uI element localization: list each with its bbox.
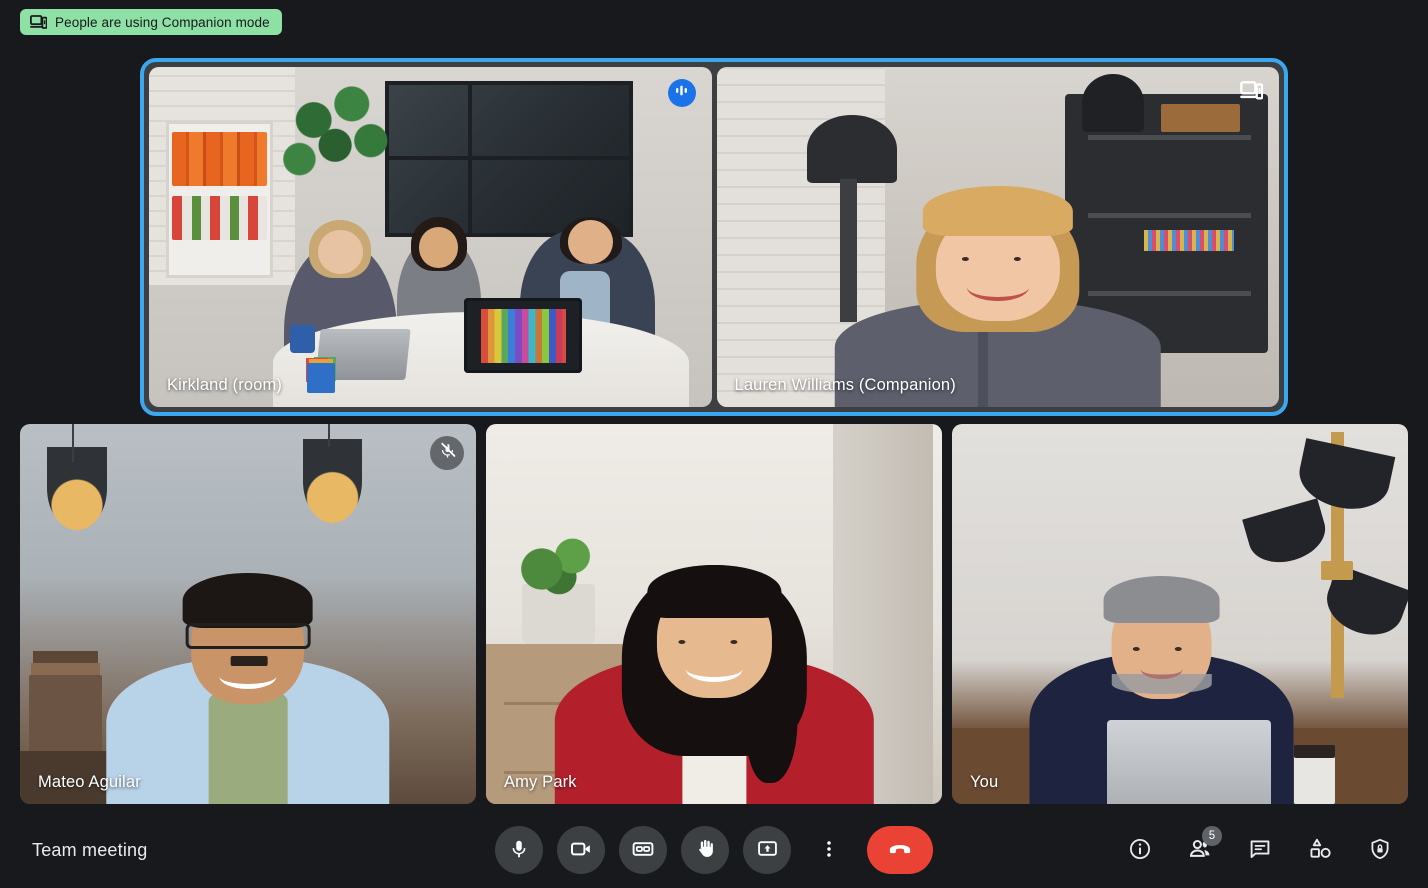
more-vert-icon (818, 838, 840, 863)
speaking-indicator-badge (667, 79, 696, 107)
info-icon (1128, 837, 1152, 864)
video-tile-lauren-williams[interactable]: Lauren Williams (Companion) (716, 67, 1279, 407)
tile-label-mateo-aguilar: Mateo Aguilar (38, 773, 141, 791)
video-tile-you[interactable]: You (952, 424, 1408, 804)
camera-button[interactable] (557, 826, 605, 874)
lauren-scene (716, 67, 1279, 407)
microphone-button[interactable] (495, 826, 543, 874)
meeting-title: Team meeting (32, 839, 148, 860)
chat-button[interactable] (1238, 828, 1282, 872)
meet-app-window: People are using Companion mode Kirkland… (0, 0, 1428, 888)
meeting-details-button[interactable] (1118, 828, 1162, 872)
chat-bubble-icon (1248, 837, 1272, 864)
video-tile-amy-park[interactable]: Amy Park (486, 424, 942, 804)
activities-shapes-icon (1308, 836, 1333, 864)
activities-button[interactable] (1298, 828, 1342, 872)
video-camera-icon (569, 837, 593, 864)
video-tile-mateo-aguilar[interactable]: Mateo Aguilar (20, 424, 476, 804)
closed-caption-icon (631, 837, 655, 864)
highlighted-tile-group: Kirkland (room) Lauren Williams (Compani… (140, 58, 1288, 416)
tile-label-kirkland-room: Kirkland (room) (167, 376, 283, 394)
meeting-bottom-bar: Team meeting 5 (0, 812, 1428, 888)
mateo-scene (20, 424, 476, 804)
host-controls-button[interactable] (1358, 828, 1402, 872)
companion-device-icon (1239, 80, 1263, 106)
people-button[interactable]: 5 (1178, 826, 1222, 872)
you-scene (952, 424, 1408, 804)
companion-mode-badge (1237, 79, 1265, 107)
call-end-icon (886, 835, 914, 866)
tile-label-lauren-williams: Lauren Williams (Companion) (734, 376, 956, 394)
mic-icon (508, 838, 530, 863)
present-now-button[interactable] (743, 826, 791, 874)
companion-banner-label: People are using Companion mode (55, 14, 270, 30)
room-scene (149, 67, 712, 407)
end-call-button[interactable] (867, 826, 933, 874)
raise-hand-button[interactable] (681, 826, 729, 874)
tile-label-amy-park: Amy Park (504, 773, 577, 791)
mic-off-icon (438, 441, 457, 465)
center-control-group (495, 826, 933, 874)
captions-button[interactable] (619, 826, 667, 874)
video-stage: Kirkland (room) Lauren Williams (Compani… (0, 44, 1428, 812)
more-options-button[interactable] (805, 826, 853, 874)
tile-label-you: You (970, 773, 999, 791)
participant-tile-row: Mateo Aguilar Amy Park You (20, 424, 1408, 804)
video-tile-kirkland-room[interactable]: Kirkland (room) (149, 67, 712, 407)
people-count-badge: 5 (1202, 826, 1222, 846)
shield-lock-icon (1368, 837, 1392, 864)
audio-waveform-icon (674, 83, 689, 103)
raised-hand-icon (694, 837, 717, 863)
amy-scene (486, 424, 942, 804)
present-screen-icon (756, 837, 779, 863)
companion-device-icon (30, 14, 47, 30)
companion-mode-banner: People are using Companion mode (20, 9, 282, 35)
muted-indicator-badge (430, 436, 464, 470)
right-control-group: 5 (1118, 826, 1402, 872)
